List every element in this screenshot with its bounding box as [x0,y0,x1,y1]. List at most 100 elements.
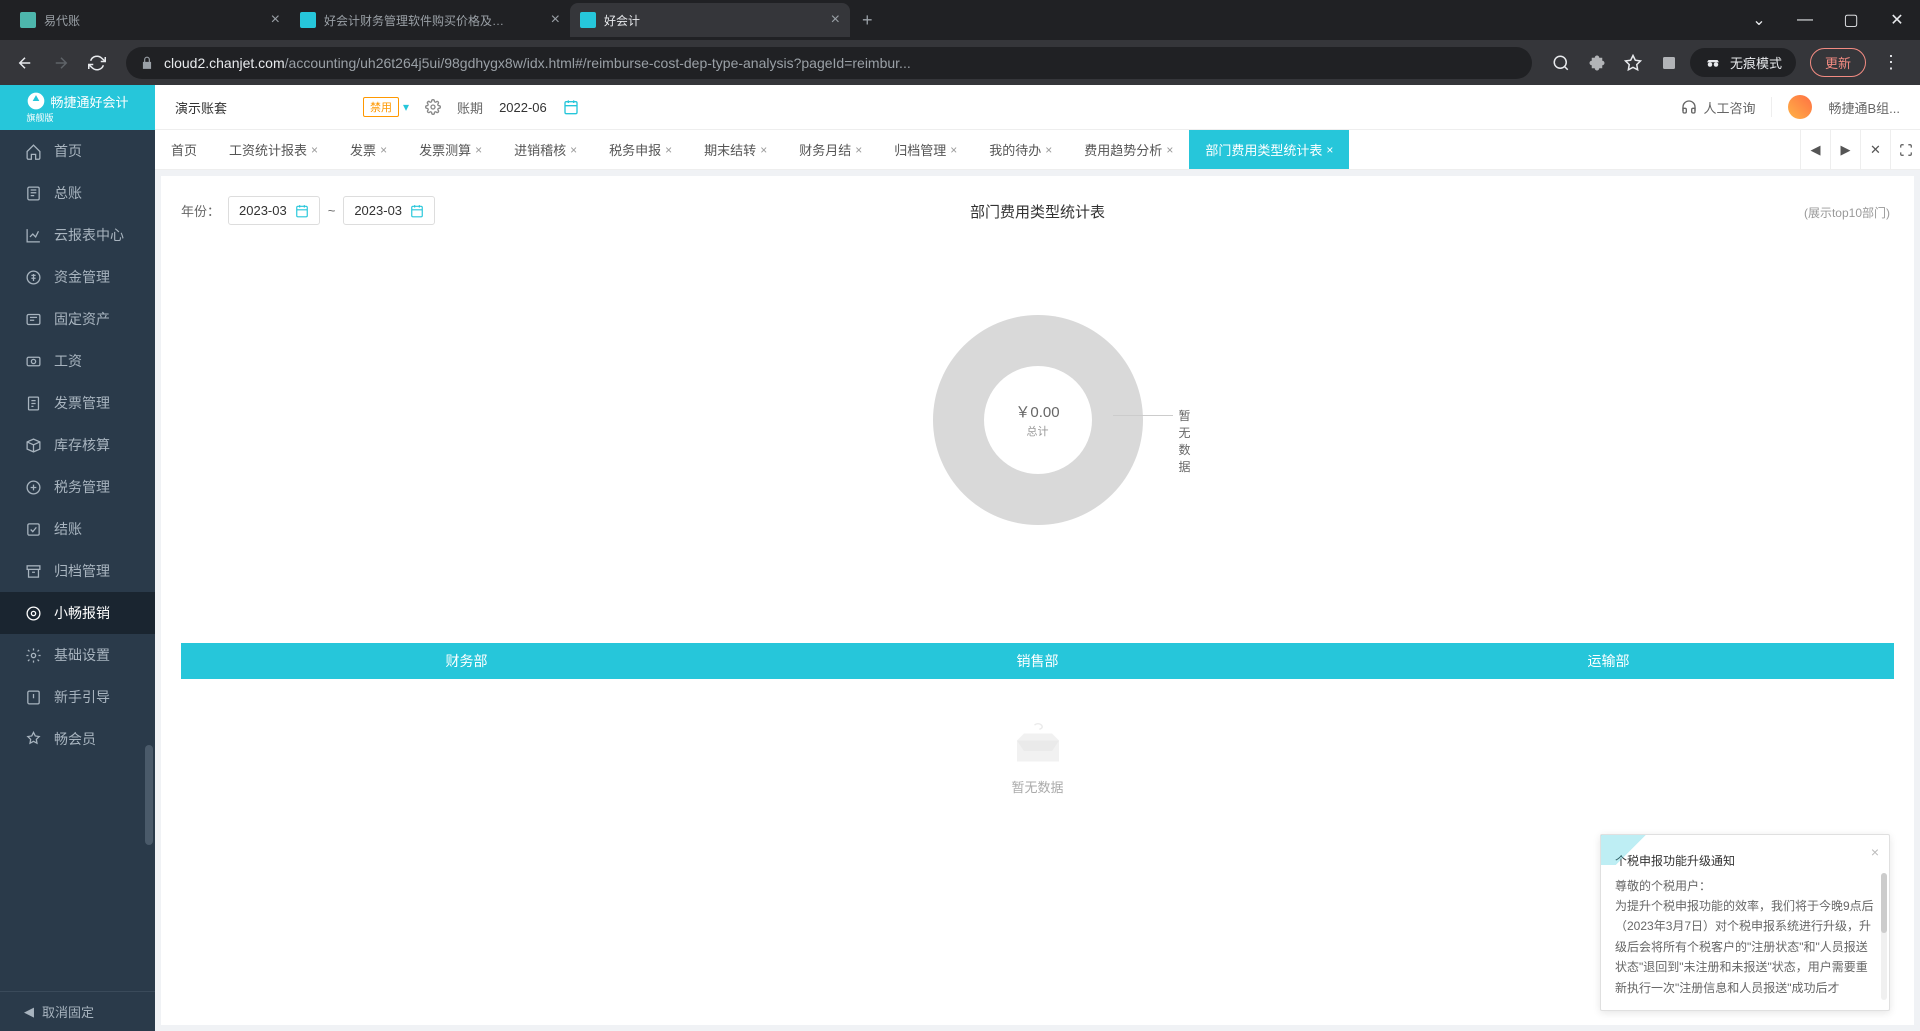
browser-tab-2[interactable]: 好会计 × [570,3,850,37]
sidebar-item-reimburse[interactable]: 小畅报销 [0,592,155,634]
new-tab-button[interactable]: + [850,10,885,31]
close-icon[interactable]: × [551,11,560,29]
close-icon[interactable]: × [271,11,280,29]
sidebar-item-closing[interactable]: 结账 [0,508,155,550]
inventory-icon [24,436,42,454]
page-tab-8[interactable]: 归档管理× [878,130,973,169]
zoom-icon[interactable] [1546,48,1576,78]
page-tab-0[interactable]: 首页 [155,130,213,169]
sidebar-item-label: 新手引导 [54,687,110,707]
sidebar-item-reports[interactable]: 云报表中心 [0,214,155,256]
tabs-scroll-left[interactable]: ◀ [1800,130,1830,170]
sidebar-item-settings[interactable]: 基础设置 [0,634,155,676]
scrollbar-thumb[interactable] [1881,873,1887,933]
close-icon[interactable]: × [1045,143,1052,157]
page-tab-9[interactable]: 我的待办× [973,130,1068,169]
browser-tab-1[interactable]: 好会计财务管理软件购买价格及… × [290,3,570,37]
dept-cell-1[interactable]: 销售部 [752,651,1323,671]
date-from-input[interactable]: 2023-03 [228,196,320,225]
close-icon[interactable]: × [760,143,767,157]
sidebar-item-tax[interactable]: 税务管理 [0,466,155,508]
sidebar-item-funds[interactable]: 资金管理 [0,256,155,298]
close-icon[interactable]: × [570,143,577,157]
close-icon[interactable]: × [855,143,862,157]
calendar-icon[interactable] [563,99,579,115]
sidebar-item-guide[interactable]: 新手引导 [0,676,155,718]
page-tab-11[interactable]: 部门费用类型统计表× [1189,130,1349,169]
avatar[interactable] [1788,95,1812,119]
page-tab-2[interactable]: 发票× [334,130,403,169]
close-icon[interactable]: × [380,143,387,157]
notification-close-icon[interactable]: × [1871,841,1879,865]
close-icon[interactable]: × [311,143,318,157]
sidebar-item-member[interactable]: 畅会员 [0,718,155,760]
dept-cell-0[interactable]: 财务部 [181,651,752,671]
funds-icon [24,268,42,286]
close-button[interactable]: ✕ [1874,0,1920,40]
tabs-scroll-right[interactable]: ▶ [1830,130,1860,170]
forward-button[interactable] [46,48,76,78]
close-icon[interactable]: × [665,143,672,157]
user-name[interactable]: 畅捷通B组... [1828,98,1900,117]
minimize-button[interactable]: — [1782,0,1828,40]
close-icon[interactable]: × [950,143,957,157]
extension-icon[interactable] [1582,48,1612,78]
period-value[interactable]: 2022-06 [499,100,547,115]
sidebar-unpin[interactable]: ◀ 取消固定 [0,991,155,1031]
sidebar-footer-label: 取消固定 [42,1002,94,1021]
archive-icon [24,562,42,580]
dept-cell-2[interactable]: 运输部 [1323,651,1894,671]
gear-icon[interactable] [425,99,441,115]
browser-tab-0[interactable]: 易代账 × [10,3,290,37]
account-badge-group[interactable]: 禁用 ▾ [363,97,409,117]
dropdown-icon[interactable]: ⌄ [1736,0,1782,40]
member-icon [24,730,42,748]
kebab-menu-icon[interactable]: ⋮ [1872,52,1910,73]
sidebar: 畅捷通好会计 旗舰版 首页总账云报表中心资金管理固定资产工资发票管理库存核算税务… [0,85,155,1031]
sidebar-item-salary[interactable]: 工资 [0,340,155,382]
sidebar-item-inventory[interactable]: 库存核算 [0,424,155,466]
date-to-input[interactable]: 2023-03 [343,196,435,225]
support-link[interactable]: 人工咨询 [1681,98,1755,117]
notification-scrollbar[interactable] [1881,873,1887,1000]
sidebar-item-ledger[interactable]: 总账 [0,172,155,214]
calendar-icon [410,204,424,218]
url-domain: cloud2.chanjet.com [164,55,285,71]
sidebar-scrollbar[interactable] [145,745,153,845]
tab-label: 费用趋势分析 [1084,140,1162,159]
sidebar-item-archive[interactable]: 归档管理 [0,550,155,592]
page-tab-3[interactable]: 发票测算× [403,130,498,169]
fullscreen-icon[interactable] [1890,130,1920,170]
notification-salutation: 尊敬的个税用户： [1615,876,1875,896]
sidebar-item-label: 税务管理 [54,477,110,497]
account-set-label[interactable]: 演示账套 [175,98,227,117]
close-icon[interactable]: × [475,143,482,157]
app-logo[interactable]: 畅捷通好会计 旗舰版 [0,85,155,130]
sidebar-item-assets[interactable]: 固定资产 [0,298,155,340]
page-tab-5[interactable]: 税务申报× [593,130,688,169]
page-tab-7[interactable]: 财务月结× [783,130,878,169]
notification-decoration [1601,835,1661,865]
sidebar-item-invoice[interactable]: 发票管理 [0,382,155,424]
url-bar[interactable]: cloud2.chanjet.com/accounting/uh26t264j5… [126,47,1532,79]
reading-list-icon[interactable] [1654,48,1684,78]
update-button[interactable]: 更新 [1810,48,1866,77]
close-icon[interactable]: × [1166,143,1173,157]
bookmark-icon[interactable] [1618,48,1648,78]
maximize-button[interactable]: ▢ [1828,0,1874,40]
tabs-close-all[interactable]: ✕ [1860,130,1890,170]
page-tab-10[interactable]: 费用趋势分析 × [1068,130,1189,169]
close-icon[interactable]: × [1326,143,1333,157]
close-icon[interactable]: × [831,11,840,29]
assets-icon [24,310,42,328]
page-tab-6[interactable]: 期末结转× [688,130,783,169]
sidebar-item-home[interactable]: 首页 [0,130,155,172]
incognito-badge[interactable]: 无痕模式 [1690,48,1796,77]
page-tab-1[interactable]: 工资统计报表× [213,130,334,169]
back-button[interactable] [10,48,40,78]
favicon [580,12,596,28]
page-tab-4[interactable]: 进销稽核× [498,130,593,169]
nav-bar: cloud2.chanjet.com/accounting/uh26t264j5… [0,40,1920,85]
reload-button[interactable] [82,48,112,78]
sidebar-item-label: 云报表中心 [54,225,124,245]
